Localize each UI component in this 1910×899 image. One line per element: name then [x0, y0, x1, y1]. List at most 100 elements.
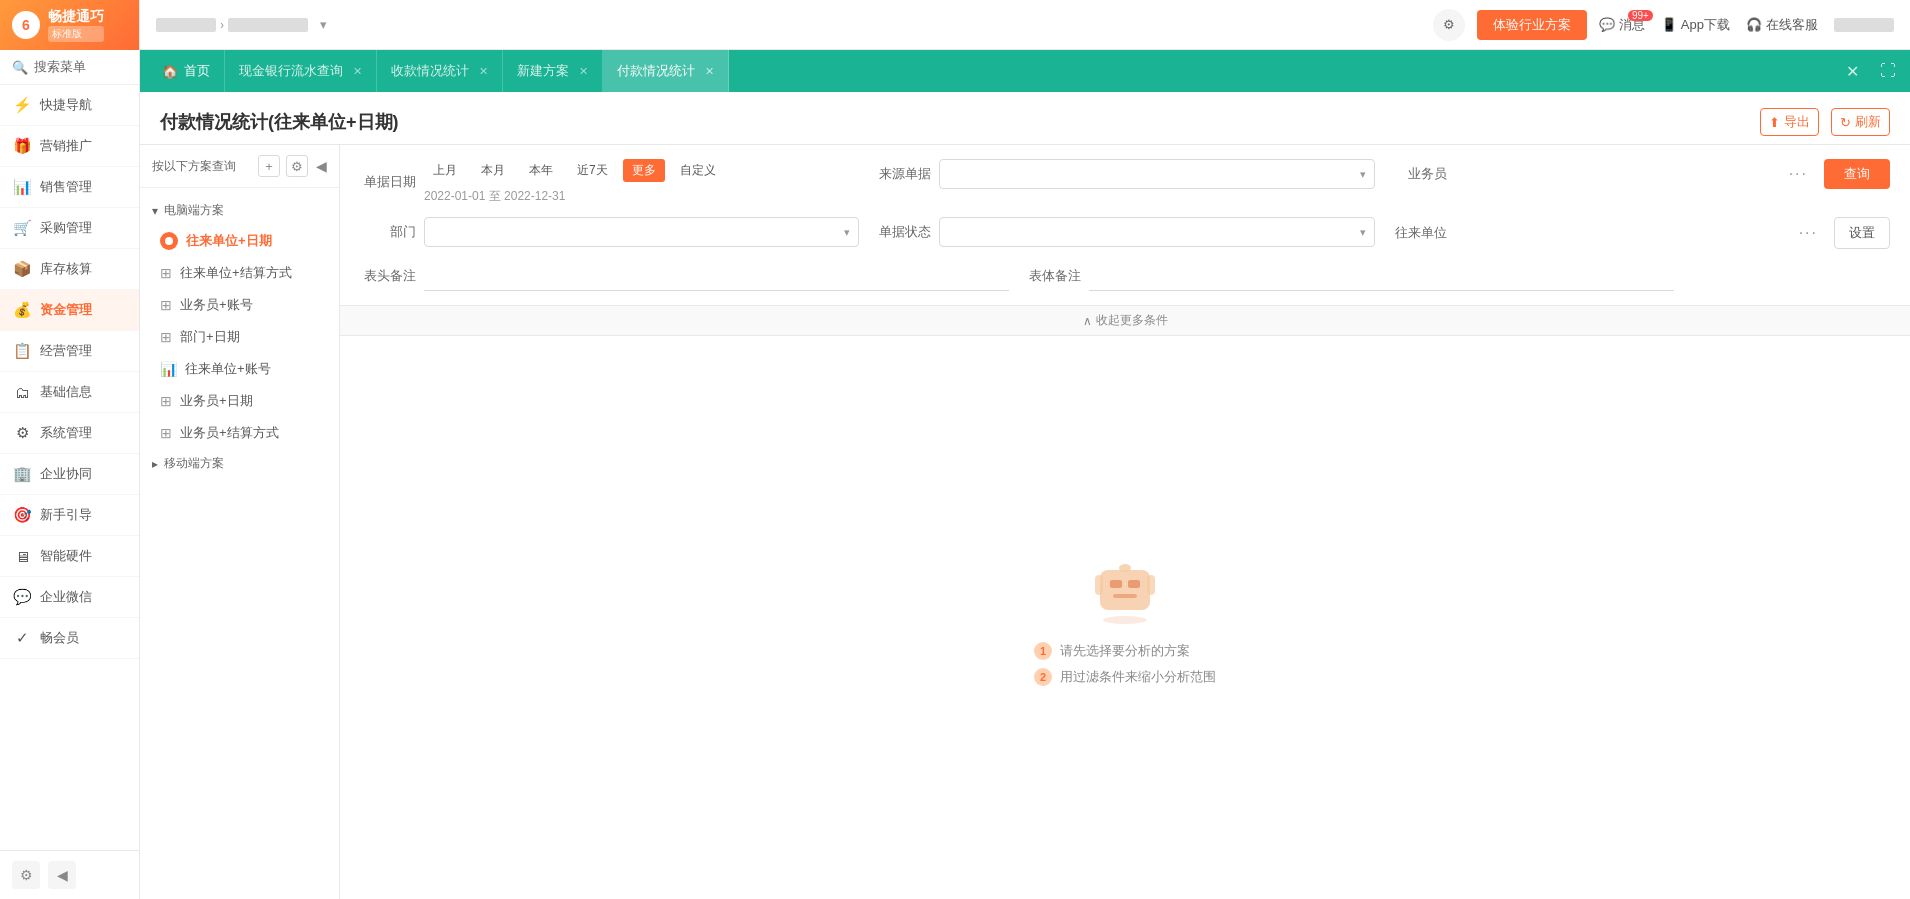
scheme-collapse-btn[interactable]: ◀	[316, 158, 327, 174]
scheme-add-btn[interactable]: +	[258, 155, 280, 177]
base-icon: 🗂	[12, 382, 32, 402]
dept-select[interactable]: ▾	[424, 217, 859, 247]
export-icon: ⬆	[1769, 115, 1780, 130]
staff-ellipsis-btn[interactable]: ···	[1781, 165, 1816, 183]
app-download-btn[interactable]: 📱 App下载	[1661, 16, 1730, 34]
sidebar-item-vip[interactable]: ✓ 畅会员	[0, 618, 139, 659]
topbar: › ▾ ⚙ 体验行业方案 💬 消息 99+ 📱 App下载 🎧 在线客服	[140, 0, 1910, 50]
body-note-input[interactable]	[1089, 261, 1674, 291]
date-btn-last-month[interactable]: 上月	[424, 159, 466, 182]
breadcrumb-blur1	[156, 18, 216, 32]
sidebar-item-marketing[interactable]: 🎁 营销推广	[0, 126, 139, 167]
tab-maximize-btn[interactable]: ⛶	[1874, 57, 1902, 85]
date-btn-more[interactable]: 更多	[623, 159, 665, 182]
sidebar-item-sales[interactable]: 📊 销售管理	[0, 167, 139, 208]
sidebar-collapse-btn[interactable]: ◀	[48, 861, 76, 889]
scheme-item-label: 业务员+结算方式	[180, 424, 279, 442]
header-note-label: 表头备注	[360, 267, 416, 285]
scheme-item-partner-settle[interactable]: ⊞ 往来单位+结算方式	[140, 257, 339, 289]
sidebar-item-label: 企业协同	[40, 465, 92, 483]
sidebar-item-label: 销售管理	[40, 178, 92, 196]
partner-label: 往来单位	[1391, 224, 1447, 242]
topbar-right: 💬 消息 99+ 📱 App下载 🎧 在线客服	[1599, 16, 1894, 34]
sidebar-item-finance[interactable]: 💰 资金管理	[0, 290, 139, 331]
partner-ellipsis-btn[interactable]: ···	[1791, 224, 1826, 242]
date-label: 单据日期	[360, 173, 416, 191]
trial-btn[interactable]: 体验行业方案	[1477, 10, 1587, 40]
message-icon: 💬	[1599, 17, 1615, 32]
scheme-item-label: 部门+日期	[180, 328, 240, 346]
date-btn-this-year[interactable]: 本年	[520, 159, 562, 182]
breadcrumb: ›	[156, 18, 308, 32]
sidebar-item-quick-nav[interactable]: ⚡ 快捷导航	[0, 85, 139, 126]
date-btn-this-month[interactable]: 本月	[472, 159, 514, 182]
refresh-label: 刷新	[1855, 113, 1881, 131]
date-btn-custom[interactable]: 自定义	[671, 159, 725, 182]
tab-receipt-label: 收款情况统计	[391, 62, 469, 80]
sidebar-item-base[interactable]: 🗂 基础信息	[0, 372, 139, 413]
scheme-item-partner-date[interactable]: 往来单位+日期	[140, 225, 339, 257]
scheme-item-staff-date[interactable]: ⊞ 业务员+日期	[140, 385, 339, 417]
sidebar-settings-btn[interactable]: ⚙	[12, 861, 40, 889]
scheme-settings-btn[interactable]: ⚙	[286, 155, 308, 177]
filter-row-2: 部门 ▾ 单据状态 ▾	[360, 217, 1890, 249]
logo-icon: 6	[12, 11, 40, 39]
page-title: 付款情况统计(往来单位+日期)	[160, 110, 1760, 134]
tab-new-close[interactable]: ✕	[579, 65, 588, 78]
status-select[interactable]: ▾	[939, 217, 1374, 247]
sidebar-item-label: 企业微信	[40, 588, 92, 606]
sidebar-item-purchase[interactable]: 🛒 采购管理	[0, 208, 139, 249]
tab-home[interactable]: 🏠 首页	[148, 50, 225, 92]
tab-new-scheme[interactable]: 新建方案 ✕	[503, 50, 603, 92]
tab-new-label: 新建方案	[517, 62, 569, 80]
scheme-item-dept-date[interactable]: ⊞ 部门+日期	[140, 321, 339, 353]
tab-close-all-btn[interactable]: ✕	[1838, 57, 1866, 85]
header-note-input[interactable]	[424, 261, 1009, 291]
topbar-dropdown-arrow[interactable]: ▾	[320, 17, 327, 32]
tabbar: 🏠 首页 现金银行流水查询 ✕ 收款情况统计 ✕ 新建方案 ✕ 付款情况统计 ✕…	[140, 50, 1910, 92]
tab-cashflow[interactable]: 现金银行流水查询 ✕	[225, 50, 377, 92]
tab-receipt-stats[interactable]: 收款情况统计 ✕	[377, 50, 503, 92]
source-select[interactable]: ▾	[939, 159, 1374, 189]
refresh-btn[interactable]: ↻ 刷新	[1831, 108, 1890, 136]
sidebar-item-operation[interactable]: 📋 经营管理	[0, 331, 139, 372]
tab-cashflow-close[interactable]: ✕	[353, 65, 362, 78]
sidebar-item-hardware[interactable]: 🖥 智能硬件	[0, 536, 139, 577]
sidebar-item-label: 采购管理	[40, 219, 92, 237]
staff-label: 业务员	[1391, 165, 1447, 183]
sidebar-item-label: 库存核算	[40, 260, 92, 278]
topbar-settings-btn[interactable]: ⚙	[1433, 9, 1465, 41]
scheme-item-staff-settle[interactable]: ⊞ 业务员+结算方式	[140, 417, 339, 449]
sidebar-item-guide[interactable]: 🎯 新手引导	[0, 495, 139, 536]
finance-icon: 💰	[12, 300, 32, 320]
filter-row-3: 表头备注 表体备注	[360, 261, 1890, 291]
service-btn[interactable]: 🎧 在线客服	[1746, 16, 1818, 34]
tab-receipt-close[interactable]: ✕	[479, 65, 488, 78]
sidebar-item-label: 经营管理	[40, 342, 92, 360]
query-btn[interactable]: 查询	[1824, 159, 1890, 189]
scheme-item-staff-account[interactable]: ⊞ 业务员+账号	[140, 289, 339, 321]
tab-payment-stats[interactable]: 付款情况统计 ✕	[603, 50, 729, 92]
collapse-bar[interactable]: ∧ 收起更多条件	[340, 306, 1910, 336]
scheme-panel-body: ▾ 电脑端方案 往来单位+日期 ⊞ 往来单位+	[140, 188, 339, 899]
message-btn[interactable]: 💬 消息 99+	[1599, 16, 1645, 34]
settings-btn[interactable]: 设置	[1834, 217, 1890, 249]
scheme-group-desktop[interactable]: ▾ 电脑端方案	[140, 196, 339, 225]
sidebar-item-wechat[interactable]: 💬 企业微信	[0, 577, 139, 618]
search-menu[interactable]: 🔍 搜索菜单	[0, 50, 139, 85]
filter-staff-field: 业务员 ··· 查询	[1391, 159, 1890, 189]
scheme-group-mobile[interactable]: ▸ 移动端方案	[140, 449, 339, 478]
tabbar-controls: ✕ ⛶	[1838, 57, 1902, 85]
sidebar-item-system[interactable]: ⚙ 系统管理	[0, 413, 139, 454]
tab-payment-label: 付款情况统计	[617, 62, 695, 80]
sidebar-item-inventory[interactable]: 📦 库存核算	[0, 249, 139, 290]
date-btn-7days[interactable]: 近7天	[568, 159, 617, 182]
tab-payment-close[interactable]: ✕	[705, 65, 714, 78]
guide-icon: 🎯	[12, 505, 32, 525]
sidebar-item-collab[interactable]: 🏢 企业协同	[0, 454, 139, 495]
export-btn[interactable]: ⬆ 导出	[1760, 108, 1819, 136]
scheme-item-label: 业务员+日期	[180, 392, 253, 410]
content-area: 付款情况统计(往来单位+日期) ⬆ 导出 ↻ 刷新 按以下方案查询 +	[140, 92, 1910, 899]
service-icon: 🎧	[1746, 17, 1762, 32]
scheme-item-partner-account[interactable]: 📊 往来单位+账号	[140, 353, 339, 385]
